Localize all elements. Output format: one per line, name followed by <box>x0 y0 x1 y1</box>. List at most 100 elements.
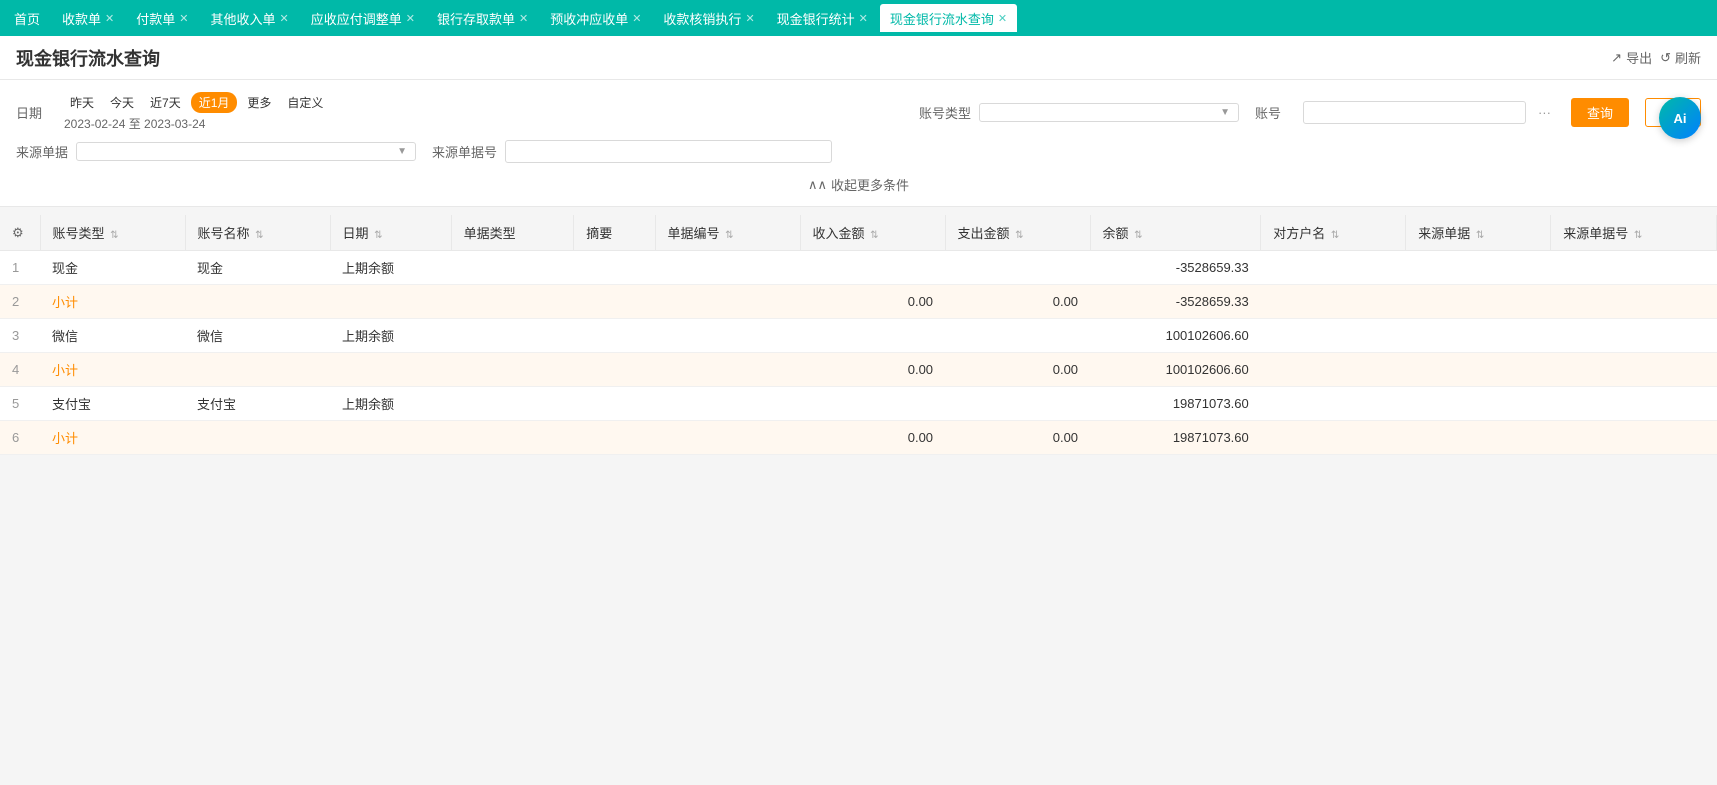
cell-account-name: 现金 <box>185 251 330 285</box>
cell-counterpart <box>1261 387 1406 421</box>
nav-prepaid-close[interactable]: ✕ <box>632 12 641 25</box>
refresh-icon: ↺ <box>1660 50 1671 66</box>
row-number: 3 <box>0 319 40 353</box>
sort-source-doc-icon: ⇅ <box>1476 230 1484 241</box>
account-type-filter-group: 账号类型 ▼ <box>919 103 1239 122</box>
sort-account-type-icon: ⇅ <box>110 230 118 241</box>
col-account-type[interactable]: 账号类型 ⇅ <box>40 215 185 251</box>
collapse-bar[interactable]: ∧∧ 收起更多条件 <box>16 171 1701 194</box>
source-doc-label: 来源单据 <box>16 142 68 161</box>
source-doc-chevron: ▼ <box>397 146 407 157</box>
nav-prepaid-label: 预收冲应收单 <box>550 9 628 28</box>
col-doc-no[interactable]: 单据编号 ⇅ <box>655 215 800 251</box>
source-doc-no-input-wrap <box>505 140 832 163</box>
cell-source-doc-no <box>1551 387 1717 421</box>
data-table-container: ⚙ 账号类型 ⇅ 账号名称 ⇅ 日期 ⇅ 单据类型 摘要 单据编号 ⇅ 收入金额… <box>0 215 1717 455</box>
col-balance[interactable]: 余额 ⇅ <box>1090 215 1261 251</box>
nav-receipt[interactable]: 收款单 ✕ <box>52 4 124 32</box>
col-income[interactable]: 收入金额 ⇅ <box>800 215 945 251</box>
cell-doc-no <box>655 285 800 319</box>
cell-summary <box>574 285 655 319</box>
cell-summary <box>574 319 655 353</box>
col-date[interactable]: 日期 ⇅ <box>330 215 451 251</box>
cell-counterpart <box>1261 251 1406 285</box>
nav-other-income[interactable]: 其他收入单 ✕ <box>200 4 298 32</box>
cell-account-type: 小计 <box>40 285 185 319</box>
date-btn-more[interactable]: 更多 <box>241 92 277 113</box>
col-counterpart[interactable]: 对方户名 ⇅ <box>1261 215 1406 251</box>
date-btn-today[interactable]: 今天 <box>104 92 140 113</box>
cell-source-doc <box>1406 421 1551 455</box>
nav-cash-flow-close[interactable]: ✕ <box>998 12 1007 25</box>
nav-payment-close[interactable]: ✕ <box>179 12 188 25</box>
sort-counterpart-icon: ⇅ <box>1331 230 1339 241</box>
nav-cash-stats[interactable]: 现金银行统计 ✕ <box>767 4 878 32</box>
refresh-button[interactable]: ↺ 刷新 <box>1660 48 1701 67</box>
table-row: 2小计0.000.00-3528659.33 <box>0 285 1717 319</box>
col-settings[interactable]: ⚙ <box>0 215 40 251</box>
table-row: 3微信微信上期余额100102606.60 <box>0 319 1717 353</box>
row-number: 5 <box>0 387 40 421</box>
sort-income-icon: ⇅ <box>870 230 878 241</box>
query-button[interactable]: 查询 <box>1571 98 1629 127</box>
nav-adjustment[interactable]: 应收应付调整单 ✕ <box>301 4 425 32</box>
col-account-name[interactable]: 账号名称 ⇅ <box>185 215 330 251</box>
cell-summary <box>574 387 655 421</box>
sort-source-doc-no-icon: ⇅ <box>1634 230 1642 241</box>
col-expense[interactable]: 支出金额 ⇅ <box>945 215 1090 251</box>
cell-balance: 100102606.60 <box>1090 319 1261 353</box>
cell-doc-type <box>451 353 574 387</box>
nav-collection[interactable]: 收款核销执行 ✕ <box>653 4 764 32</box>
nav-prepaid[interactable]: 预收冲应收单 ✕ <box>540 4 651 32</box>
export-icon: ↗ <box>1611 50 1622 66</box>
cell-source-doc-no <box>1551 353 1717 387</box>
export-button[interactable]: ↗ 导出 <box>1611 48 1652 67</box>
nav-receipt-close[interactable]: ✕ <box>105 12 114 25</box>
table-settings-icon[interactable]: ⚙ <box>12 225 24 240</box>
date-btn-1month[interactable]: 近1月 <box>191 92 238 113</box>
nav-home[interactable]: 首页 <box>4 4 50 32</box>
nav-receipt-label: 收款单 <box>62 9 101 28</box>
col-source-doc-no[interactable]: 来源单据号 ⇅ <box>1551 215 1717 251</box>
col-source-doc[interactable]: 来源单据 ⇅ <box>1406 215 1551 251</box>
row-number: 1 <box>0 251 40 285</box>
sort-balance-icon: ⇅ <box>1134 230 1142 241</box>
cell-balance: 100102606.60 <box>1090 353 1261 387</box>
nav-cash-stats-close[interactable]: ✕ <box>859 12 868 25</box>
cell-balance: 19871073.60 <box>1090 421 1261 455</box>
account-type-select[interactable]: ▼ <box>979 103 1239 122</box>
nav-bank-deposit[interactable]: 银行存取款单 ✕ <box>427 4 538 32</box>
cell-doc-no <box>655 319 800 353</box>
nav-other-income-label: 其他收入单 <box>210 9 275 28</box>
source-doc-select[interactable]: ▼ <box>76 142 416 161</box>
date-btn-custom[interactable]: 自定义 <box>281 92 329 113</box>
ai-assistant-button[interactable]: Ai <box>1659 97 1701 139</box>
nav-collection-close[interactable]: ✕ <box>745 12 754 25</box>
nav-cash-flow[interactable]: 现金银行流水查询 ✕ <box>880 4 1017 32</box>
nav-bank-deposit-close[interactable]: ✕ <box>519 12 528 25</box>
cell-account-name <box>185 421 330 455</box>
nav-payment[interactable]: 付款单 ✕ <box>126 4 198 32</box>
nav-other-income-close[interactable]: ✕ <box>280 12 289 25</box>
sort-expense-icon: ⇅ <box>1015 230 1023 241</box>
source-doc-no-label: 来源单据号 <box>432 142 497 161</box>
source-doc-no-input[interactable] <box>514 144 823 159</box>
cell-balance: -3528659.33 <box>1090 285 1261 319</box>
cell-source-doc <box>1406 285 1551 319</box>
account-type-label: 账号类型 <box>919 103 971 122</box>
cell-account-type: 小计 <box>40 353 185 387</box>
cell-counterpart <box>1261 353 1406 387</box>
col-summary: 摘要 <box>574 215 655 251</box>
cell-expense: 0.00 <box>945 285 1090 319</box>
account-input[interactable] <box>1312 105 1517 120</box>
collapse-label: 收起更多条件 <box>831 175 909 194</box>
cell-doc-no <box>655 387 800 421</box>
date-btn-7days[interactable]: 近7天 <box>144 92 187 113</box>
date-btn-yesterday[interactable]: 昨天 <box>64 92 100 113</box>
account-ellipsis[interactable]: ··· <box>1534 105 1555 120</box>
ai-label: Ai <box>1674 111 1687 126</box>
nav-adjustment-close[interactable]: ✕ <box>406 12 415 25</box>
nav-home-label: 首页 <box>14 9 40 28</box>
cell-date <box>330 421 451 455</box>
cell-source-doc-no <box>1551 421 1717 455</box>
